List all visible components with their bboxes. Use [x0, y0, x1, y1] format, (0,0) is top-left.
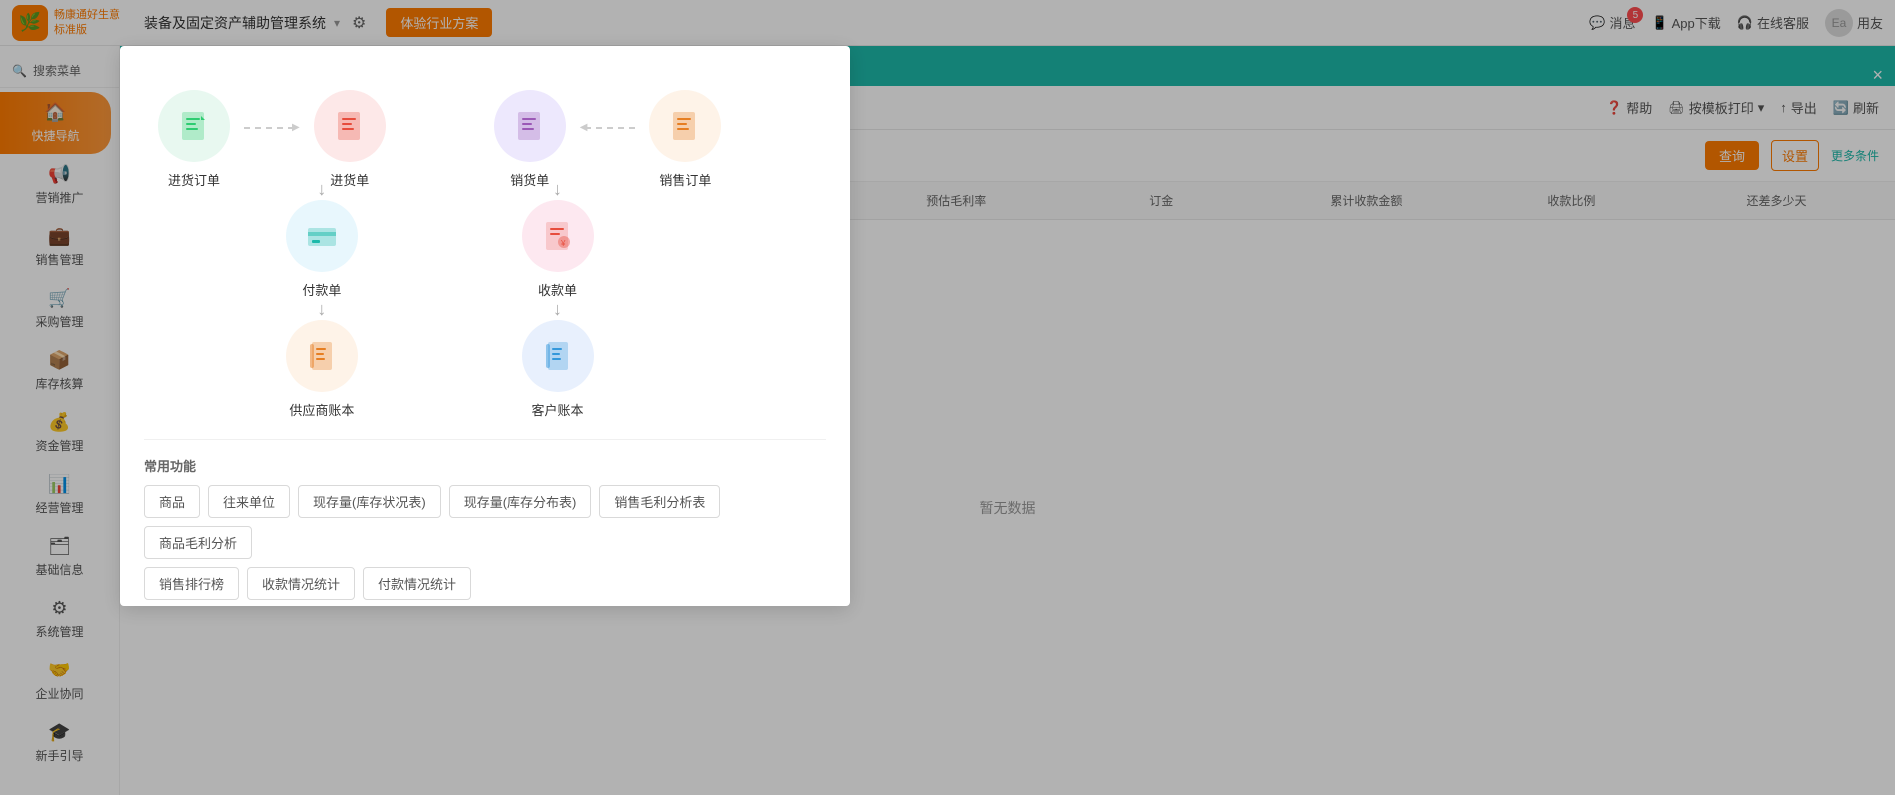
flow-diagram: 进货订单 ▶ [144, 70, 826, 439]
sales-order-label: 销售订单 [659, 170, 711, 189]
supplier-ledger-icon [286, 320, 358, 392]
sales-order-icon [649, 90, 721, 162]
flow-item-supplier-ledger: 供应商账本 [272, 320, 372, 419]
func-btn-goods[interactable]: 商品 [144, 485, 200, 518]
func-buttons-row-2: 销售排行榜 收款情况统计 付款情况统计 [144, 567, 826, 600]
flow-item-customer-ledger: 客户账本 [508, 320, 608, 419]
payment-label: 付款单 [302, 280, 341, 299]
receipt-label: 收款单 [538, 280, 577, 299]
func-btn-stock-status[interactable]: 现存量(库存状况表) [298, 485, 441, 518]
flow-item-purchase-order: 进货订单 [144, 90, 244, 189]
func-btn-sales-ranking[interactable]: 销售排行榜 [144, 567, 239, 600]
quick-nav-overlay[interactable]: 进货订单 ▶ [0, 0, 1895, 795]
sales-bill-icon [494, 90, 566, 162]
receipt-icon: ¥ [522, 200, 594, 272]
purchase-order-icon [158, 90, 230, 162]
quick-nav-modal: 进货订单 ▶ [120, 46, 850, 606]
customer-ledger-icon [522, 320, 594, 392]
purchase-bill-label: 进货单 [330, 170, 369, 189]
customer-ledger-label: 客户账本 [532, 400, 584, 419]
sales-bill-label: 销货单 [510, 170, 549, 189]
supplier-ledger-label: 供应商账本 [289, 400, 354, 419]
flow-item-receipt: ¥ 收款单 [508, 200, 608, 299]
payment-icon [286, 200, 358, 272]
func-btn-sales-margin-analysis[interactable]: 销售毛利分析表 [599, 485, 720, 518]
func-btn-collection-stats[interactable]: 收款情况统计 [247, 567, 355, 600]
func-btn-stock-distribution[interactable]: 现存量(库存分布表) [449, 485, 592, 518]
flow-item-sales-order: 销售订单 [635, 90, 735, 189]
common-functions-title: 常用功能 [144, 456, 826, 475]
func-btn-goods-margin[interactable]: 商品毛利分析 [144, 526, 252, 559]
flow-item-sales-bill: 销货单 [480, 90, 580, 189]
func-btn-payment-stats[interactable]: 付款情况统计 [363, 567, 471, 600]
flow-item-purchase-bill: 进货单 [300, 90, 400, 189]
common-functions-section: 常用功能 商品 往来单位 现存量(库存状况表) 现存量(库存分布表) 销售毛利分… [144, 439, 826, 600]
purchase-order-label: 进货订单 [168, 170, 220, 189]
func-buttons-row-1: 商品 往来单位 现存量(库存状况表) 现存量(库存分布表) 销售毛利分析表 商品… [144, 485, 826, 559]
purchase-bill-icon [314, 90, 386, 162]
svg-text:¥: ¥ [560, 239, 566, 248]
func-btn-contacts[interactable]: 往来单位 [208, 485, 290, 518]
flow-item-payment: 付款单 [272, 200, 372, 299]
